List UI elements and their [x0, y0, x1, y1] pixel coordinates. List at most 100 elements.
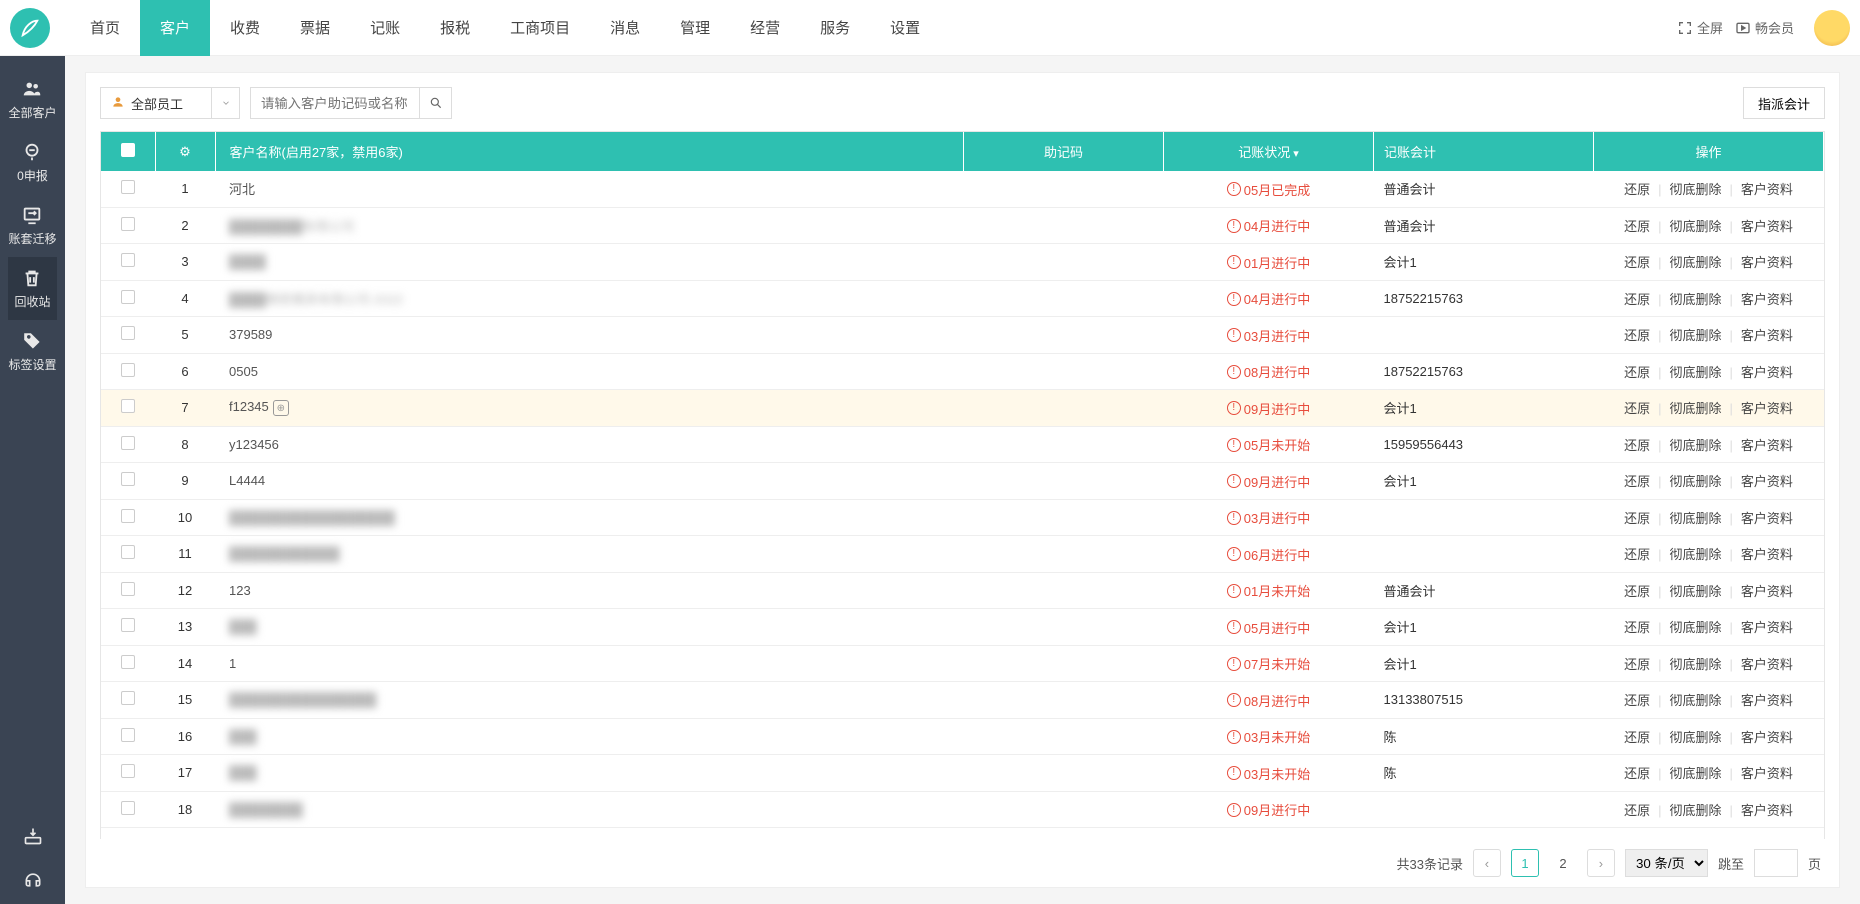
detail-link[interactable]: 客户资料 — [1739, 219, 1795, 234]
customer-name[interactable]: ████ — [215, 244, 964, 281]
topnav-item-7[interactable]: 消息 — [590, 0, 660, 56]
select-all-checkbox[interactable] — [121, 143, 135, 157]
customer-name[interactable]: L4444 — [215, 463, 964, 500]
delete-link[interactable]: 彻底删除 — [1667, 328, 1723, 343]
detail-link[interactable]: 客户资料 — [1739, 584, 1795, 599]
customer-name[interactable]: ███ — [215, 718, 964, 755]
detail-link[interactable]: 客户资料 — [1739, 182, 1795, 197]
row-checkbox[interactable] — [121, 180, 135, 194]
restore-link[interactable]: 还原 — [1622, 328, 1652, 343]
member-button[interactable]: 畅会员 — [1735, 18, 1794, 37]
restore-link[interactable]: 还原 — [1622, 438, 1652, 453]
delete-link[interactable]: 彻底删除 — [1667, 438, 1723, 453]
topnav-item-6[interactable]: 工商项目 — [490, 0, 590, 56]
customer-name[interactable]: 1 — [215, 645, 964, 682]
row-checkbox[interactable] — [121, 801, 135, 815]
customer-name[interactable]: ████████████ — [215, 536, 964, 573]
topnav-item-0[interactable]: 首页 — [70, 0, 140, 56]
employee-select[interactable]: 全部员工 — [100, 87, 240, 119]
row-checkbox[interactable] — [121, 728, 135, 742]
restore-link[interactable]: 还原 — [1622, 620, 1652, 635]
restore-link[interactable]: 还原 — [1622, 584, 1652, 599]
detail-link[interactable]: 客户资料 — [1739, 365, 1795, 380]
search-input[interactable] — [250, 87, 420, 119]
delete-link[interactable]: 彻底删除 — [1667, 766, 1723, 781]
row-checkbox[interactable] — [121, 217, 135, 231]
delete-link[interactable]: 彻底删除 — [1667, 511, 1723, 526]
topnav-item-4[interactable]: 记账 — [350, 0, 420, 56]
row-checkbox[interactable] — [121, 363, 135, 377]
page-size-select[interactable]: 30 条/页 — [1625, 849, 1708, 877]
detail-link[interactable]: 客户资料 — [1739, 511, 1795, 526]
topnav-item-8[interactable]: 管理 — [660, 0, 730, 56]
detail-link[interactable]: 客户资料 — [1739, 438, 1795, 453]
customer-name[interactable]: ████████████████ — [215, 682, 964, 719]
detail-link[interactable]: 客户资料 — [1739, 657, 1795, 672]
detail-link[interactable]: 客户资料 — [1739, 803, 1795, 818]
detail-link[interactable]: 客户资料 — [1739, 292, 1795, 307]
restore-link[interactable]: 还原 — [1622, 365, 1652, 380]
next-page-button[interactable]: › — [1587, 849, 1615, 877]
restore-link[interactable]: 还原 — [1622, 182, 1652, 197]
sidebar-item-transfer[interactable]: 账套迁移 — [8, 194, 56, 257]
detail-link[interactable]: 客户资料 — [1739, 547, 1795, 562]
delete-link[interactable]: 彻底删除 — [1667, 620, 1723, 635]
delete-link[interactable]: 彻底删除 — [1667, 219, 1723, 234]
delete-link[interactable]: 彻底删除 — [1667, 255, 1723, 270]
delete-link[interactable]: 彻底删除 — [1667, 401, 1723, 416]
restore-link[interactable]: 还原 — [1622, 803, 1652, 818]
search-button[interactable] — [420, 87, 452, 119]
restore-link[interactable]: 还原 — [1622, 730, 1652, 745]
row-checkbox[interactable] — [121, 326, 135, 340]
delete-link[interactable]: 彻底删除 — [1667, 365, 1723, 380]
row-checkbox[interactable] — [121, 655, 135, 669]
topnav-item-5[interactable]: 报税 — [420, 0, 490, 56]
customer-name[interactable]: 0505 — [215, 353, 964, 390]
jump-page-input[interactable] — [1754, 849, 1798, 877]
sidebar-support[interactable] — [0, 860, 65, 904]
mascot-avatar[interactable] — [1814, 10, 1850, 46]
row-checkbox[interactable] — [121, 764, 135, 778]
detail-link[interactable]: 客户资料 — [1739, 693, 1795, 708]
customer-name[interactable]: f12345⊕ — [215, 390, 964, 427]
restore-link[interactable]: 还原 — [1622, 292, 1652, 307]
restore-link[interactable]: 还原 — [1622, 657, 1652, 672]
sidebar-item-zero[interactable]: 0申报 — [8, 131, 56, 194]
row-checkbox[interactable] — [121, 399, 135, 413]
col-status[interactable]: 记账状况 — [1164, 132, 1374, 171]
page-1-button[interactable]: 1 — [1511, 849, 1539, 877]
customer-name[interactable]: 379589 — [215, 317, 964, 354]
row-checkbox[interactable] — [121, 509, 135, 523]
row-checkbox[interactable] — [121, 253, 135, 267]
customer-name[interactable]: ████精密模具有限公司-2022 — [215, 280, 964, 317]
restore-link[interactable]: 还原 — [1622, 474, 1652, 489]
row-checkbox[interactable] — [121, 545, 135, 559]
detail-link[interactable]: 客户资料 — [1739, 620, 1795, 635]
copy-icon[interactable]: ⊕ — [273, 400, 289, 416]
detail-link[interactable]: 客户资料 — [1739, 401, 1795, 416]
restore-link[interactable]: 还原 — [1622, 547, 1652, 562]
restore-link[interactable]: 还原 — [1622, 693, 1652, 708]
detail-link[interactable]: 客户资料 — [1739, 255, 1795, 270]
sidebar-item-trash[interactable]: 回收站 — [8, 257, 56, 320]
prev-page-button[interactable]: ‹ — [1473, 849, 1501, 877]
col-settings[interactable] — [155, 132, 215, 171]
delete-link[interactable]: 彻底删除 — [1667, 292, 1723, 307]
customer-name[interactable]: ████████有限公司 — [215, 207, 964, 244]
restore-link[interactable]: 还原 — [1622, 219, 1652, 234]
restore-link[interactable]: 还原 — [1622, 401, 1652, 416]
delete-link[interactable]: 彻底删除 — [1667, 182, 1723, 197]
customer-name[interactable]: ██████████████████ — [215, 499, 964, 536]
row-checkbox[interactable] — [121, 582, 135, 596]
delete-link[interactable]: 彻底删除 — [1667, 693, 1723, 708]
customer-name[interactable]: ███ — [215, 755, 964, 792]
topnav-item-3[interactable]: 票据 — [280, 0, 350, 56]
row-checkbox[interactable] — [121, 436, 135, 450]
sidebar-item-tag[interactable]: 标签设置 — [8, 320, 56, 383]
table-scroll[interactable]: 客户名称(启用27家，禁用6家) 助记码 记账状况 记账会计 操作 1河北!05… — [100, 131, 1825, 839]
delete-link[interactable]: 彻底删除 — [1667, 803, 1723, 818]
sidebar-item-users[interactable]: 全部客户 — [8, 68, 56, 131]
row-checkbox[interactable] — [121, 691, 135, 705]
detail-link[interactable]: 客户资料 — [1739, 730, 1795, 745]
detail-link[interactable]: 客户资料 — [1739, 474, 1795, 489]
